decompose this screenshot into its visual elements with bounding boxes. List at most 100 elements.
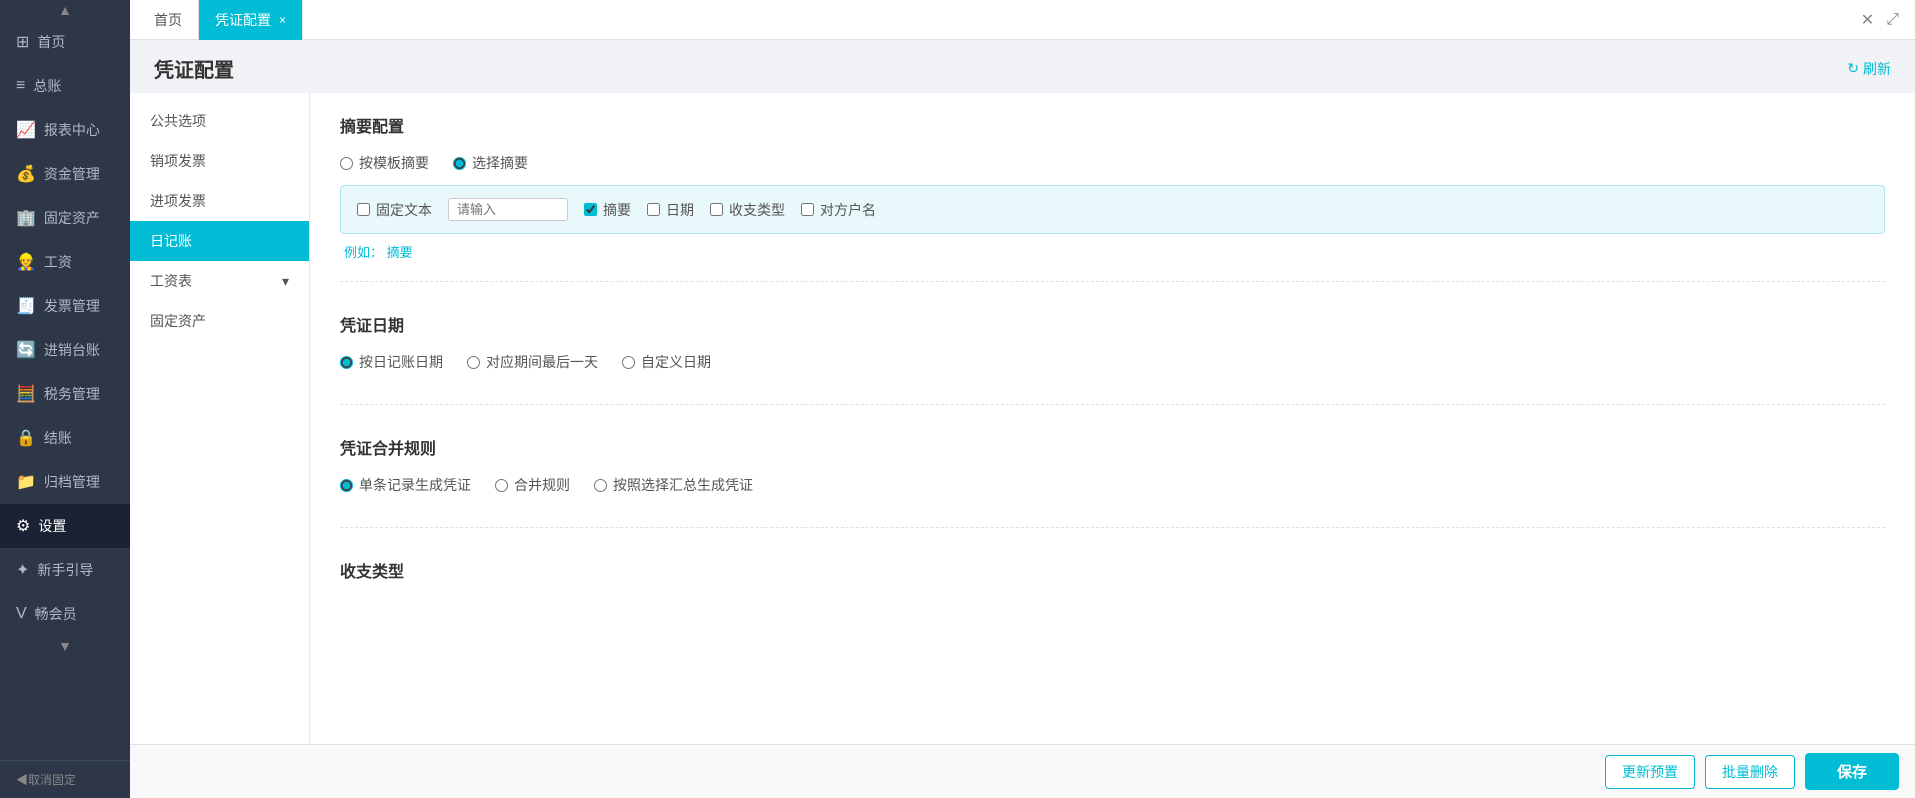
- sidebar-item-label: 工资: [44, 252, 72, 272]
- income-type-section: 收支类型: [340, 558, 1885, 618]
- radio-journal-date-input[interactable]: [340, 356, 353, 369]
- sidebar-item-invoice[interactable]: 🧾 发票管理: [0, 284, 130, 328]
- sidebar-item-label: 进销台账: [44, 340, 100, 360]
- radio-merge-label: 合并规则: [514, 475, 570, 495]
- left-nav-journal-label: 日记账: [150, 231, 192, 251]
- sidebar-scroll-down[interactable]: ▼: [0, 636, 130, 656]
- checkbox-date[interactable]: 日期: [647, 200, 694, 220]
- checkbox-income-type-input[interactable]: [710, 203, 723, 216]
- radio-custom-date-label: 自定义日期: [641, 352, 711, 372]
- sidebar-item-close[interactable]: 🔒 结账: [0, 416, 130, 460]
- refresh-label: 刷新: [1863, 59, 1891, 79]
- sidebar-item-report[interactable]: 📈 报表中心: [0, 108, 130, 152]
- example-text: 例如： 摘要: [340, 242, 1885, 261]
- window-close-icon[interactable]: ✕: [1861, 10, 1874, 30]
- left-nav-public-label: 公共选项: [150, 111, 206, 131]
- radio-period-last[interactable]: 对应期间最后一天: [467, 352, 598, 372]
- tab-voucher-label: 凭证配置: [215, 10, 271, 30]
- tab-close-icon[interactable]: ×: [279, 13, 286, 27]
- radio-select-input[interactable]: [453, 157, 466, 170]
- sidebar-item-home[interactable]: ⊞ 首页: [0, 20, 130, 64]
- refresh-button[interactable]: ↻ 刷新: [1847, 59, 1891, 79]
- sidebar-item-archive[interactable]: 📁 归档管理: [0, 460, 130, 504]
- radio-template-label: 按模板摘要: [359, 153, 429, 173]
- radio-custom-date-input[interactable]: [622, 356, 635, 369]
- sidebar-item-purchase[interactable]: 🔄 进销台账: [0, 328, 130, 372]
- tab-home[interactable]: 首页: [138, 0, 199, 40]
- chevron-down-icon: ▾: [282, 273, 289, 290]
- radio-select-merge[interactable]: 按照选择汇总生成凭证: [594, 475, 753, 495]
- radio-period-last-label: 对应期间最后一天: [486, 352, 598, 372]
- income-type-title: 收支类型: [340, 558, 1885, 582]
- radio-single-input[interactable]: [340, 479, 353, 492]
- vip-icon: V: [16, 605, 27, 623]
- checkbox-counterpart-input[interactable]: [801, 203, 814, 216]
- checkbox-counterpart[interactable]: 对方户名: [801, 200, 876, 220]
- radio-merge[interactable]: 合并规则: [495, 475, 570, 495]
- voucher-date-title: 凭证日期: [340, 312, 1885, 336]
- sidebar-item-funds[interactable]: 💰 资金管理: [0, 152, 130, 196]
- left-nav-payroll[interactable]: 工资表 ▾: [130, 261, 309, 301]
- tab-bar-actions: ✕ ⤢: [1861, 10, 1907, 30]
- sidebar: ▲ ⊞ 首页 ≡ 总账 📈 报表中心 💰 资金管理 🏢 固定资产 👷 工资 🧾 …: [0, 0, 130, 798]
- page-title: 凭证配置: [154, 54, 234, 83]
- radio-select-label: 选择摘要: [472, 153, 528, 173]
- ledger-icon: ≡: [16, 77, 25, 95]
- sidebar-unpin-button[interactable]: ◀取消固定: [0, 760, 130, 798]
- close-account-icon: 🔒: [16, 428, 36, 448]
- merge-rules-radio-group: 单条记录生成凭证 合并规则 按照选择汇总生成凭证: [340, 475, 1885, 495]
- left-nav-payroll-label: 工资表: [150, 271, 192, 291]
- sidebar-item-settings[interactable]: ⚙ 设置: [0, 504, 130, 548]
- sidebar-item-label: 设置: [38, 516, 66, 536]
- salary-icon: 👷: [16, 252, 36, 272]
- assets-icon: 🏢: [16, 208, 36, 228]
- left-nav-sales[interactable]: 销项发票: [130, 141, 309, 181]
- checkbox-summary-input[interactable]: [584, 203, 597, 216]
- radio-select-merge-input[interactable]: [594, 479, 607, 492]
- sidebar-item-label: 报表中心: [44, 120, 100, 140]
- checkbox-fixed-text-input[interactable]: [357, 203, 370, 216]
- sidebar-item-label: 发票管理: [44, 296, 100, 316]
- left-nav-public[interactable]: 公共选项: [130, 101, 309, 141]
- sidebar-item-vip[interactable]: V 畅会员: [0, 592, 130, 636]
- sidebar-item-salary[interactable]: 👷 工资: [0, 240, 130, 284]
- left-nav-journal[interactable]: 日记账: [130, 221, 309, 261]
- tax-icon: 🧮: [16, 384, 36, 404]
- sidebar-item-tax[interactable]: 🧮 税务管理: [0, 372, 130, 416]
- sidebar-item-guide[interactable]: ✦ 新手引导: [0, 548, 130, 592]
- window-resize-icon[interactable]: ⤢: [1886, 11, 1899, 29]
- fixed-text-input[interactable]: [448, 198, 568, 221]
- radio-period-last-input[interactable]: [467, 356, 480, 369]
- sidebar-item-assets[interactable]: 🏢 固定资产: [0, 196, 130, 240]
- tab-voucher-config[interactable]: 凭证配置 ×: [199, 0, 303, 40]
- checkbox-date-input[interactable]: [647, 203, 660, 216]
- page-header: 凭证配置 ↻ 刷新: [130, 40, 1915, 93]
- bottom-toolbar: 更新预置 批量删除 保存: [130, 744, 1915, 798]
- checkbox-income-type[interactable]: 收支类型: [710, 200, 785, 220]
- checkbox-summary[interactable]: 摘要: [584, 200, 631, 220]
- radio-template-input[interactable]: [340, 157, 353, 170]
- radio-single[interactable]: 单条记录生成凭证: [340, 475, 471, 495]
- merge-rules-title: 凭证合并规则: [340, 435, 1885, 459]
- funds-icon: 💰: [16, 164, 36, 184]
- summary-checkbox-row: 固定文本 摘要 日期 收支类型: [340, 185, 1885, 234]
- left-nav-purchase-label: 进项发票: [150, 191, 206, 211]
- radio-journal-date[interactable]: 按日记账日期: [340, 352, 443, 372]
- sidebar-scroll-up[interactable]: ▲: [0, 0, 130, 20]
- left-nav-fixed[interactable]: 固定资产: [130, 301, 309, 341]
- update-preset-button[interactable]: 更新预置: [1605, 755, 1695, 789]
- summary-section-title: 摘要配置: [340, 113, 1885, 137]
- left-nav-purchase[interactable]: 进项发票: [130, 181, 309, 221]
- home-icon: ⊞: [16, 32, 29, 52]
- voucher-date-section: 凭证日期 按日记账日期 对应期间最后一天 自定义日期: [340, 312, 1885, 405]
- batch-delete-button[interactable]: 批量删除: [1705, 755, 1795, 789]
- left-nav-sales-label: 销项发票: [150, 151, 206, 171]
- sidebar-item-ledger[interactable]: ≡ 总账: [0, 64, 130, 108]
- radio-template-summary[interactable]: 按模板摘要: [340, 153, 429, 173]
- radio-merge-input[interactable]: [495, 479, 508, 492]
- sidebar-item-label: 首页: [37, 32, 65, 52]
- radio-custom-date[interactable]: 自定义日期: [622, 352, 711, 372]
- radio-select-summary[interactable]: 选择摘要: [453, 153, 528, 173]
- save-button[interactable]: 保存: [1805, 753, 1899, 790]
- checkbox-fixed-text[interactable]: 固定文本: [357, 200, 432, 220]
